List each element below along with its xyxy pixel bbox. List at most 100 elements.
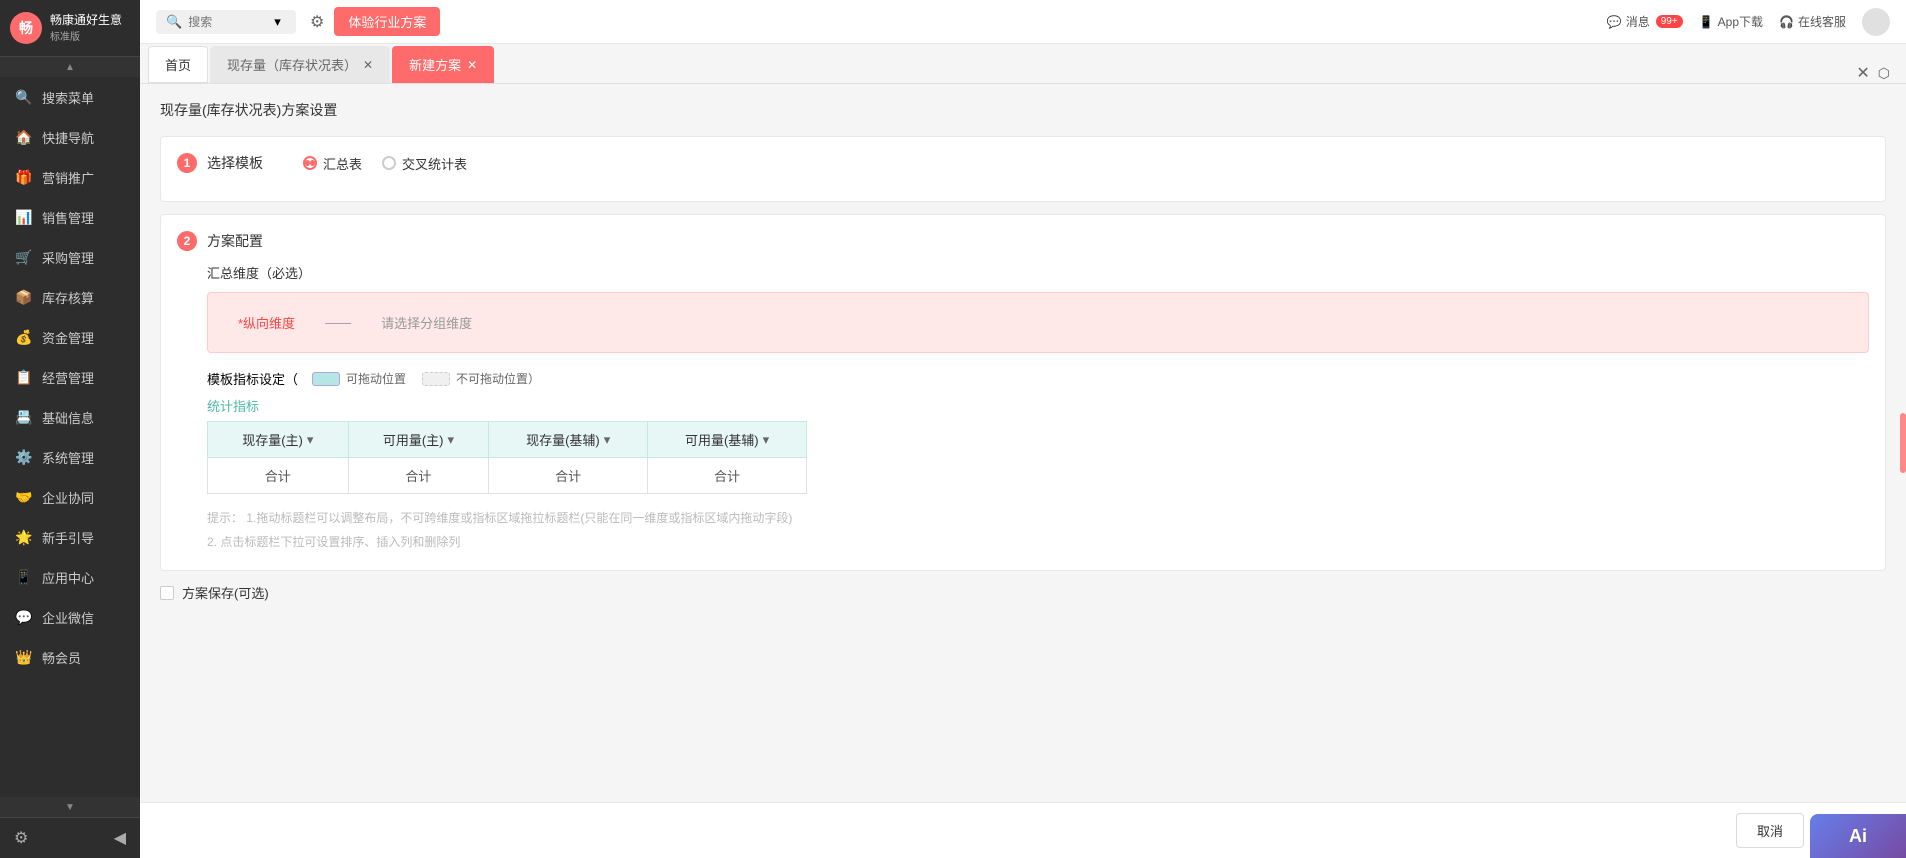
save-label: 方案保存(可选) <box>182 583 269 602</box>
sidebar-item-company[interactable]: 🤝 企业协同 <box>0 477 140 517</box>
dimension-required-label: *纵向维度 <box>238 313 295 332</box>
dimension-box[interactable]: *纵向维度 —— 请选择分组维度 <box>207 292 1869 353</box>
home-icon: 🏠 <box>14 127 34 147</box>
topbar-settings-icon[interactable]: ⚙ <box>310 12 324 32</box>
tab-expand-icon[interactable]: ⬡ <box>1878 65 1890 82</box>
dimension-label: 汇总维度（必选） <box>207 263 1869 282</box>
template-options: 汇总表 交叉统计表 <box>303 154 467 173</box>
tab-new-plan[interactable]: 新建方案 ✕ <box>392 46 494 83</box>
radio-cross-btn[interactable] <box>382 156 396 170</box>
tab-inventory-status[interactable]: 现存量（库存状况表） ✕ <box>210 46 390 83</box>
dropdown-icon-search[interactable]: ▾ <box>274 14 281 30</box>
settings-bottom-icon[interactable]: ⚙ <box>14 828 28 848</box>
step2-section: 2 方案配置 汇总维度（必选） *纵向维度 —— 请选择分组维度 模板指标设定（… <box>160 214 1886 571</box>
legend-not-draggable-label: 不可拖动位置） <box>456 370 540 387</box>
radio-summary[interactable]: 汇总表 <box>303 154 362 173</box>
radio-cross-label: 交叉统计表 <box>402 154 467 173</box>
tip-1: 提示： 1.拖动标题栏可以调整布局，不可跨维度或指标区域拖拉标题栏(只能在同一维… <box>207 506 1869 530</box>
sidebar: 畅 畅康通好生意 标准版 ▲ 🔍 搜索菜单 🏠 快捷导航 🎁 营销推广 📊 销售… <box>0 0 140 858</box>
col-dropdown-2[interactable]: ▾ <box>604 432 611 448</box>
cancel-button[interactable]: 取消 <box>1736 813 1804 848</box>
box-icon: 📦 <box>14 287 34 307</box>
nav-label-operations: 经营管理 <box>42 368 94 387</box>
user-avatar[interactable] <box>1862 8 1890 36</box>
industry-plan-button[interactable]: 体验行业方案 <box>334 7 440 36</box>
sidebar-item-marketing[interactable]: 🎁 营销推广 <box>0 157 140 197</box>
sidebar-logo: 畅 畅康通好生意 标准版 <box>0 0 140 57</box>
legend-items: 可拖动位置 不可拖动位置） <box>312 370 540 387</box>
message-button[interactable]: 💬 消息 99+ <box>1607 13 1683 30</box>
tab-inventory-close[interactable]: ✕ <box>363 58 373 72</box>
cell-0-3: 合计 <box>648 458 807 494</box>
step1-title: 选择模板 <box>207 153 263 173</box>
money-icon: 💰 <box>14 327 34 347</box>
logo-icon: 畅 <box>10 12 42 44</box>
sidebar-item-operations[interactable]: 📋 经营管理 <box>0 357 140 397</box>
col-label-3: 可用量(基辅) <box>685 430 759 449</box>
legend-draggable: 可拖动位置 <box>312 370 406 387</box>
stats-title: 统计指标 <box>207 396 1869 415</box>
sidebar-item-member[interactable]: 👑 畅会员 <box>0 637 140 677</box>
nav-label-sales: 销售管理 <box>42 208 94 227</box>
save-checkbox[interactable] <box>160 586 174 600</box>
col-header-3[interactable]: 可用量(基辅) ▾ <box>648 422 807 458</box>
col-dropdown-1[interactable]: ▾ <box>448 432 455 448</box>
legend-draggable-label: 可拖动位置 <box>346 370 406 387</box>
collapse-icon[interactable]: ◀ <box>114 828 126 848</box>
col-header-0[interactable]: 现存量(主) ▾ <box>208 422 349 458</box>
tab-new-plan-close[interactable]: ✕ <box>467 58 477 72</box>
sidebar-bottom: ⚙ ◀ <box>0 817 140 858</box>
online-service-button[interactable]: 🎧 在线客服 <box>1779 13 1846 30</box>
search-input[interactable] <box>188 15 268 29</box>
tip-2: 2. 点击标题栏下拉可设置排序、插入列和删除列 <box>207 530 1869 554</box>
gift-icon: 🎁 <box>14 167 34 187</box>
tab-inventory-label: 现存量（库存状况表） <box>227 55 357 74</box>
col-label-1: 可用量(主) <box>383 430 444 449</box>
cell-0-1: 合计 <box>348 458 489 494</box>
table-row: 合计 合计 合计 合计 <box>208 458 807 494</box>
col-dropdown-3[interactable]: ▾ <box>763 432 770 448</box>
sidebar-item-wechat[interactable]: 💬 企业微信 <box>0 597 140 637</box>
sidebar-item-quick-nav[interactable]: 🏠 快捷导航 <box>0 117 140 157</box>
nav-label-system: 系统管理 <box>42 448 94 467</box>
sidebar-item-guide[interactable]: 🌟 新手引导 <box>0 517 140 557</box>
tab-home[interactable]: 首页 <box>148 46 208 83</box>
col-header-1[interactable]: 可用量(主) ▾ <box>348 422 489 458</box>
radio-summary-btn[interactable] <box>303 156 317 170</box>
service-icon: 🎧 <box>1779 15 1794 29</box>
sidebar-scroll-up[interactable]: ▲ <box>0 57 140 77</box>
col-dropdown-0[interactable]: ▾ <box>307 432 314 448</box>
sidebar-item-app[interactable]: 📱 应用中心 <box>0 557 140 597</box>
nav-label-member: 畅会员 <box>42 648 81 667</box>
save-option[interactable]: 方案保存(可选) <box>160 583 1886 602</box>
tab-new-plan-label: 新建方案 <box>409 55 461 74</box>
phone-icon: 📱 <box>1699 15 1714 29</box>
ai-button[interactable]: Ai <box>1810 814 1906 858</box>
col-header-2[interactable]: 现存量(基辅) ▾ <box>489 422 648 458</box>
message-badge: 99+ <box>1656 15 1683 28</box>
topbar-search-box[interactable]: 🔍 ▾ <box>156 10 296 34</box>
sidebar-item-system[interactable]: ⚙️ 系统管理 <box>0 437 140 477</box>
col-label-0: 现存量(主) <box>242 430 303 449</box>
sidebar-item-purchase[interactable]: 🛒 采购管理 <box>0 237 140 277</box>
sidebar-scroll-down[interactable]: ▼ <box>0 797 140 817</box>
sidebar-item-basic[interactable]: 📇 基础信息 <box>0 397 140 437</box>
step1-header: 1 选择模板 汇总表 交叉统计表 <box>177 153 1869 173</box>
logo-badge: 标准版 <box>50 28 122 43</box>
draggable-box <box>312 372 340 386</box>
radio-cross[interactable]: 交叉统计表 <box>382 154 467 173</box>
nav-label-guide: 新手引导 <box>42 528 94 547</box>
sidebar-item-search[interactable]: 🔍 搜索菜单 <box>0 77 140 117</box>
step1-section: 1 选择模板 汇总表 交叉统计表 <box>160 136 1886 202</box>
step1-badge: 1 <box>177 153 197 173</box>
dimension-placeholder: 请选择分组维度 <box>381 313 472 332</box>
crown-icon: 👑 <box>14 647 34 667</box>
sidebar-item-sales[interactable]: 📊 销售管理 <box>0 197 140 237</box>
app-download-button[interactable]: 📱 App下载 <box>1699 13 1763 30</box>
radio-summary-label: 汇总表 <box>323 154 362 173</box>
table-header-row: 现存量(主) ▾ 可用量(主) ▾ 现存量(基辅 <box>208 422 807 458</box>
cart-icon: 🛒 <box>14 247 34 267</box>
sidebar-item-inventory[interactable]: 📦 库存核算 <box>0 277 140 317</box>
tab-minimize-icon[interactable]: ✕ <box>1856 63 1869 83</box>
sidebar-item-finance[interactable]: 💰 资金管理 <box>0 317 140 357</box>
